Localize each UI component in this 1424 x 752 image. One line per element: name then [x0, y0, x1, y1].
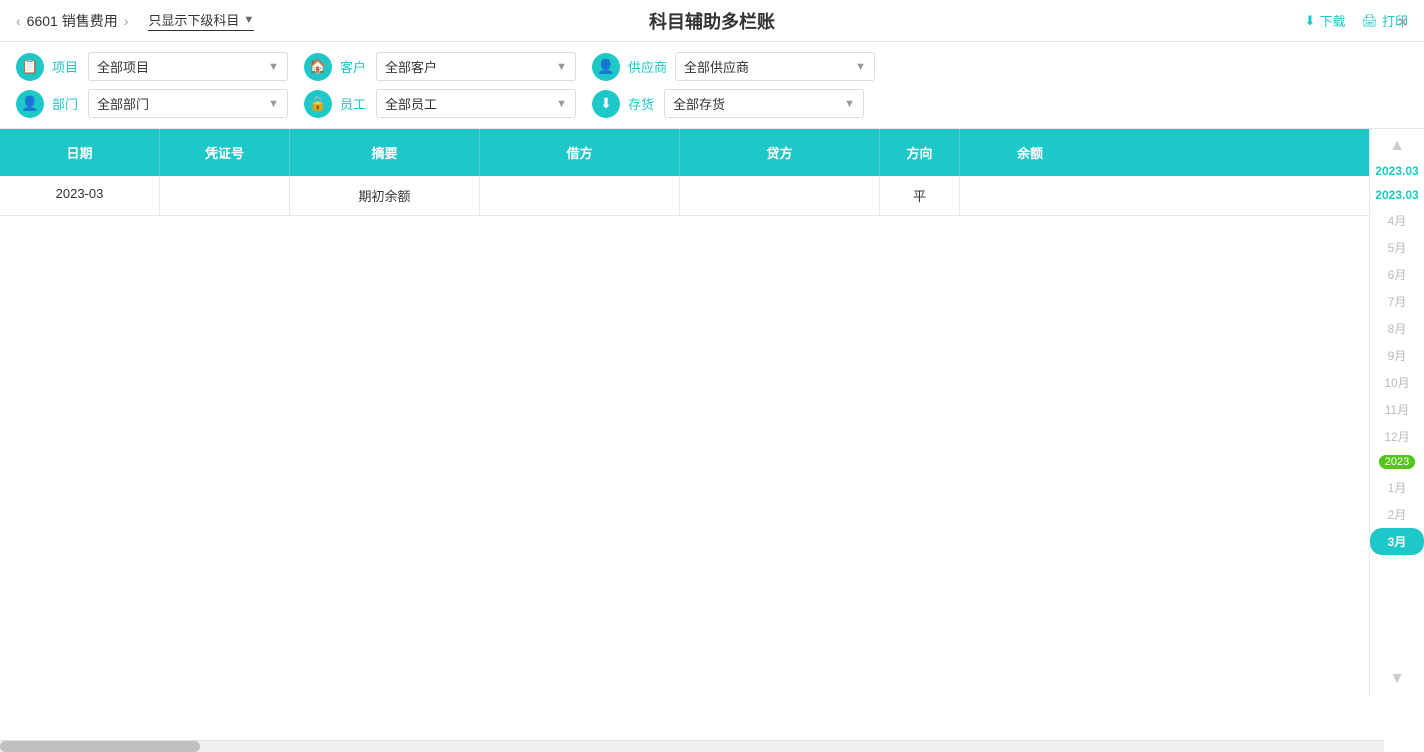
table-body: 2023-03 期初余额 平 — [0, 176, 1369, 696]
account-code-label: 6601 销售费用 — [27, 11, 118, 31]
scrollbar-thumb[interactable] — [0, 741, 200, 752]
filter-row-2: 👤 部门 全部部门 ▼ 🔒 员工 全部员工 ▼ ⬇ 存货 全部存货 — [16, 89, 1408, 118]
col-credit: 贷方 — [680, 129, 880, 176]
department-value: 全部部门 — [97, 94, 149, 113]
filter-inventory: ⬇ 存货 全部存货 ▼ — [592, 89, 864, 118]
supplier-select[interactable]: 全部供应商 ▼ — [675, 52, 875, 81]
table-row: 2023-03 期初余额 平 — [0, 176, 1369, 216]
timeline-item-9[interactable]: 9月 — [1370, 342, 1424, 369]
employee-icon: 🔒 — [304, 90, 332, 118]
filter-employee: 🔒 员工 全部员工 ▼ — [304, 89, 576, 118]
project-value: 全部项目 — [97, 57, 149, 76]
show-sub-label: 只显示下级科目 — [148, 10, 239, 29]
col-voucher: 凭证号 — [160, 129, 290, 176]
col-balance: 余额 — [960, 129, 1100, 176]
employee-dropdown-icon: ▼ — [556, 98, 567, 110]
customer-select[interactable]: 全部客户 ▼ — [376, 52, 576, 81]
filter-project: 📋 项目 全部项目 ▼ — [16, 52, 288, 81]
timeline: ▲ 2023.03 2023.03 4月 5月 6月 7月 8月 9月 10月 … — [1369, 129, 1424, 696]
cell-voucher — [160, 176, 290, 215]
inventory-value: 全部存货 — [673, 94, 725, 113]
top-actions: ⬇ 下载 🖨 打印 — [1305, 11, 1408, 30]
filter-area: 📋 项目 全部项目 ▼ 🏠 客户 全部客户 ▼ 👤 供应商 全部 — [0, 42, 1424, 129]
show-sub-arrow-icon: ▼ — [243, 14, 254, 26]
supplier-label: 供应商 — [628, 57, 667, 76]
inventory-select[interactable]: 全部存货 ▼ — [664, 89, 864, 118]
download-label: 下载 — [1319, 11, 1345, 30]
show-sub-toggle[interactable]: 只显示下级科目 ▼ — [148, 10, 254, 31]
timeline-item-6[interactable]: 6月 — [1370, 261, 1424, 288]
col-direction: 方向 — [880, 129, 960, 176]
inventory-dropdown-icon: ▼ — [844, 98, 855, 110]
department-select[interactable]: 全部部门 ▼ — [88, 89, 288, 118]
col-debit: 借方 — [480, 129, 680, 176]
filter-department: 👤 部门 全部部门 ▼ — [16, 89, 288, 118]
close-button[interactable]: × — [1397, 12, 1408, 33]
col-date: 日期 — [0, 129, 160, 176]
timeline-item-12[interactable]: 12月 — [1370, 423, 1424, 450]
project-label: 项目 — [52, 57, 80, 76]
timeline-item-11[interactable]: 11月 — [1370, 396, 1424, 423]
filter-supplier: 👤 供应商 全部供应商 ▼ — [592, 52, 875, 81]
inventory-label: 存货 — [628, 94, 656, 113]
nav-next-button[interactable]: › — [124, 13, 129, 29]
supplier-value: 全部供应商 — [684, 57, 749, 76]
year-badge-container: 2023 — [1370, 450, 1424, 474]
customer-value: 全部客户 — [385, 57, 437, 76]
employee-label: 员工 — [340, 94, 368, 113]
filter-row-1: 📋 项目 全部项目 ▼ 🏠 客户 全部客户 ▼ 👤 供应商 全部 — [16, 52, 1408, 81]
inventory-icon: ⬇ — [592, 90, 620, 118]
timeline-down-arrow[interactable]: ▼ — [1385, 666, 1409, 692]
project-icon: 📋 — [16, 53, 44, 81]
print-icon: 🖨 — [1361, 13, 1378, 29]
timeline-item-period1[interactable]: 2023.03 — [1370, 159, 1424, 183]
col-summary: 摘要 — [290, 129, 480, 176]
main-container: × ‹ 6601 销售费用 › 只显示下级科目 ▼ 科目辅助多栏账 ⬇ 下载 🖨… — [0, 0, 1424, 752]
account-nav: ‹ 6601 销售费用 › — [16, 11, 128, 31]
timeline-item-7[interactable]: 7月 — [1370, 288, 1424, 315]
cell-direction: 平 — [880, 176, 960, 215]
employee-value: 全部员工 — [385, 94, 437, 113]
timeline-up-arrow[interactable]: ▲ — [1385, 133, 1409, 159]
content-area: 日期 凭证号 摘要 借方 贷方 方向 余额 2023-03 期初余额 平 — [0, 129, 1424, 696]
horizontal-scrollbar[interactable] — [0, 740, 1384, 752]
timeline-item-3-active[interactable]: 3月 — [1370, 528, 1424, 555]
supplier-icon: 👤 — [592, 53, 620, 81]
department-dropdown-icon: ▼ — [268, 98, 279, 110]
project-select[interactable]: 全部项目 ▼ — [88, 52, 288, 81]
customer-dropdown-icon: ▼ — [556, 61, 567, 73]
timeline-item-10[interactable]: 10月 — [1370, 369, 1424, 396]
supplier-dropdown-icon: ▼ — [855, 61, 866, 73]
timeline-item-1[interactable]: 1月 — [1370, 474, 1424, 501]
timeline-item-5[interactable]: 5月 — [1370, 234, 1424, 261]
timeline-item-4[interactable]: 4月 — [1370, 207, 1424, 234]
timeline-item-8[interactable]: 8月 — [1370, 315, 1424, 342]
customer-label: 客户 — [340, 57, 368, 76]
project-dropdown-icon: ▼ — [268, 61, 279, 73]
download-icon: ⬇ — [1305, 13, 1316, 29]
timeline-item-2[interactable]: 2月 — [1370, 501, 1424, 528]
cell-summary: 期初余额 — [290, 176, 480, 215]
employee-select[interactable]: 全部员工 ▼ — [376, 89, 576, 118]
cell-balance — [960, 176, 1100, 215]
timeline-item-period2[interactable]: 2023.03 — [1370, 183, 1424, 207]
year-badge: 2023 — [1379, 455, 1415, 469]
cell-debit — [480, 176, 680, 215]
department-icon: 👤 — [16, 90, 44, 118]
nav-prev-button[interactable]: ‹ — [16, 13, 21, 29]
cell-date: 2023-03 — [0, 176, 160, 215]
table-area: 日期 凭证号 摘要 借方 贷方 方向 余额 2023-03 期初余额 平 — [0, 129, 1369, 696]
download-button[interactable]: ⬇ 下载 — [1305, 11, 1346, 30]
filter-customer: 🏠 客户 全部客户 ▼ — [304, 52, 576, 81]
cell-credit — [680, 176, 880, 215]
top-bar: ‹ 6601 销售费用 › 只显示下级科目 ▼ 科目辅助多栏账 ⬇ 下载 🖨 打… — [0, 0, 1424, 42]
department-label: 部门 — [52, 94, 80, 113]
customer-icon: 🏠 — [304, 53, 332, 81]
page-title: 科目辅助多栏账 — [649, 8, 775, 34]
table-header: 日期 凭证号 摘要 借方 贷方 方向 余额 — [0, 129, 1369, 176]
